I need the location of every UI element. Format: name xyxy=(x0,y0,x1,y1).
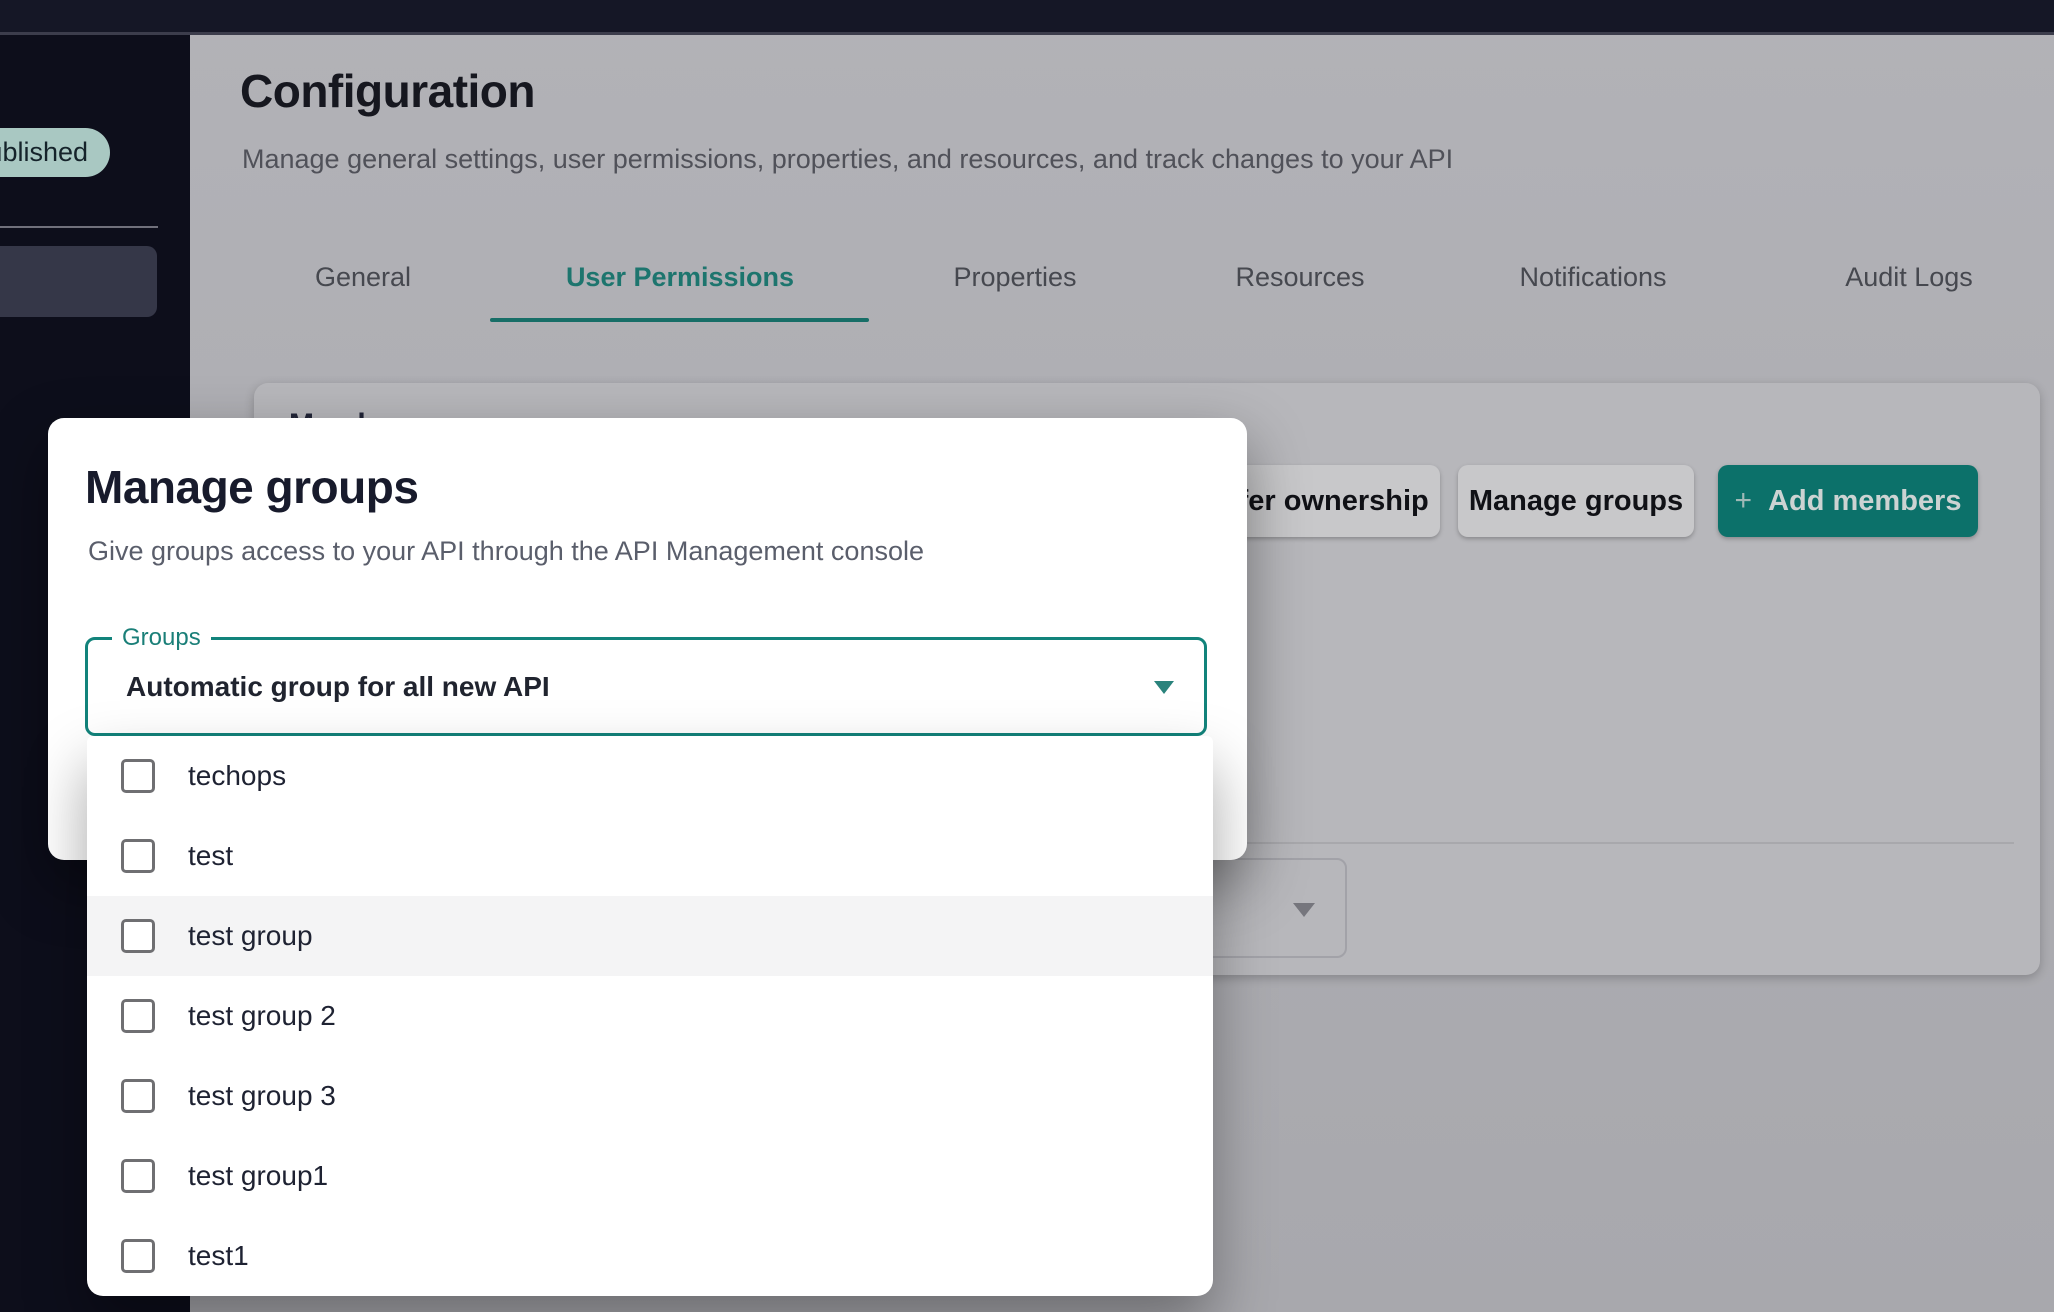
tab-bar: General User Permissions Properties Resourc… xyxy=(0,262,2054,302)
checkbox[interactable] xyxy=(121,839,155,873)
checkbox[interactable] xyxy=(121,1079,155,1113)
groups-combobox[interactable]: Groups Automatic group for all new API xyxy=(85,637,1207,736)
tab-properties[interactable]: Properties xyxy=(953,262,1076,293)
chevron-down-icon xyxy=(1293,903,1315,917)
add-members-button[interactable]: + Add members xyxy=(1718,465,1978,537)
groups-field-value: Automatic group for all new API xyxy=(126,640,550,733)
group-option[interactable]: test group xyxy=(87,896,1213,976)
tab-resources[interactable]: Resources xyxy=(1235,262,1364,293)
tab-general[interactable]: General xyxy=(315,262,411,293)
group-option[interactable]: techops xyxy=(87,736,1213,816)
page-title: Configuration xyxy=(240,64,535,118)
checkbox[interactable] xyxy=(121,759,155,793)
sidebar-divider xyxy=(0,226,158,228)
modal-subtitle: Give groups access to your API through t… xyxy=(88,536,924,567)
group-option[interactable]: test1 xyxy=(87,1216,1213,1296)
app-window: ublished Configuration Manage general se… xyxy=(0,0,2054,1312)
group-option[interactable]: test group 2 xyxy=(87,976,1213,1056)
status-badge: ublished xyxy=(0,128,110,177)
page-subtitle: Manage general settings, user permission… xyxy=(242,144,1453,175)
checkbox[interactable] xyxy=(121,919,155,953)
group-option-label: test group 3 xyxy=(188,1080,336,1112)
group-option[interactable]: test xyxy=(87,816,1213,896)
group-options-list: techops test test group test group 2 test gr… xyxy=(87,736,1213,1296)
checkbox[interactable] xyxy=(121,1239,155,1273)
group-option-label: techops xyxy=(188,760,286,792)
group-option-label: test group1 xyxy=(188,1160,328,1192)
checkbox[interactable] xyxy=(121,1159,155,1193)
sidebar-item-selected[interactable] xyxy=(0,246,157,317)
dropdown-caret-icon xyxy=(1154,681,1174,694)
add-members-label: Add members xyxy=(1768,485,1961,518)
tab-notifications[interactable]: Notifications xyxy=(1519,262,1666,293)
plus-icon: + xyxy=(1735,486,1753,516)
active-tab-underline xyxy=(490,318,869,322)
group-option[interactable]: test group 3 xyxy=(87,1056,1213,1136)
tab-audit-logs[interactable]: Audit Logs xyxy=(1845,262,1973,293)
manage-groups-button[interactable]: Manage groups xyxy=(1458,465,1694,537)
group-option-label: test group 2 xyxy=(188,1000,336,1032)
group-option-label: test xyxy=(188,840,233,872)
top-bar xyxy=(0,0,2054,35)
group-option[interactable]: test group1 xyxy=(87,1136,1213,1216)
group-option-label: test1 xyxy=(188,1240,249,1272)
modal-title: Manage groups xyxy=(85,460,418,514)
tab-user-permissions[interactable]: User Permissions xyxy=(566,262,794,293)
group-option-label: test group xyxy=(188,920,313,952)
checkbox[interactable] xyxy=(121,999,155,1033)
